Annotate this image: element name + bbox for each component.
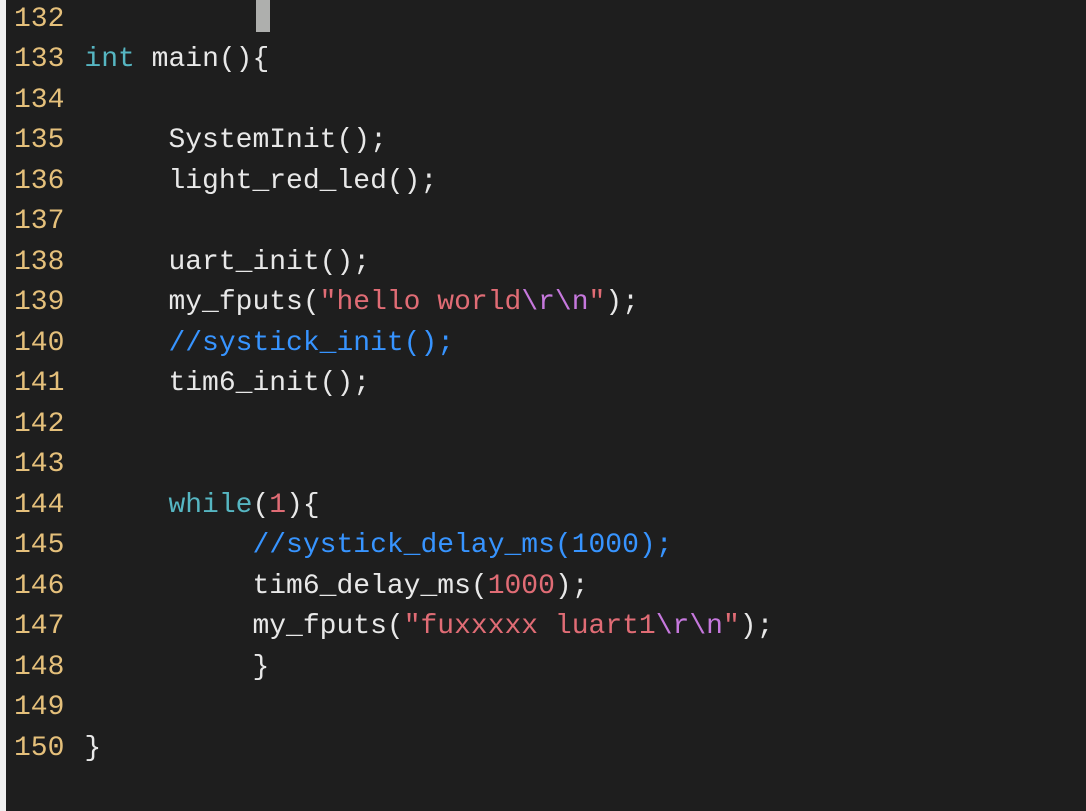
line-number: 134 xyxy=(14,81,64,122)
code-line[interactable]: //systick_delay_ms(1000); xyxy=(84,527,1086,568)
code-line[interactable]: tim6_delay_ms(1000); xyxy=(84,567,1086,608)
code-token xyxy=(84,121,168,162)
code-token: ( xyxy=(387,607,404,648)
code-token: "fuxxxxx luart1 xyxy=(404,607,656,648)
code-line[interactable]: while(1){ xyxy=(84,486,1086,527)
code-token xyxy=(84,526,252,567)
line-number: 148 xyxy=(14,648,64,689)
code-token: ); xyxy=(555,567,589,608)
code-token: (); xyxy=(320,364,370,405)
code-line[interactable] xyxy=(84,446,1086,487)
code-token xyxy=(84,162,168,203)
code-token: ); xyxy=(605,283,639,324)
code-token: (); xyxy=(336,121,386,162)
code-token: tim6_delay_ms xyxy=(252,567,470,608)
line-number: 149 xyxy=(14,689,64,730)
code-token: light_red_led xyxy=(168,162,386,203)
code-line[interactable]: } xyxy=(84,729,1086,770)
code-token xyxy=(84,567,252,608)
code-line[interactable]: light_red_led(); xyxy=(84,162,1086,203)
line-number: 139 xyxy=(14,284,64,325)
code-token: \r\n xyxy=(656,607,723,648)
code-line[interactable]: SystemInit(); xyxy=(84,122,1086,163)
line-number: 146 xyxy=(14,567,64,608)
code-line[interactable]: int main(){ xyxy=(84,41,1086,82)
line-number: 142 xyxy=(14,405,64,446)
code-line[interactable] xyxy=(84,81,1086,122)
code-token: (); xyxy=(387,162,437,203)
line-number: 132 xyxy=(14,0,64,41)
line-number: 135 xyxy=(14,122,64,163)
code-token: my_fputs xyxy=(168,283,302,324)
code-token: (); xyxy=(320,243,370,284)
line-number: 136 xyxy=(14,162,64,203)
line-number: 144 xyxy=(14,486,64,527)
line-number: 140 xyxy=(14,324,64,365)
line-number: 147 xyxy=(14,608,64,649)
text-cursor xyxy=(256,0,270,32)
code-token: "hello world xyxy=(320,283,522,324)
code-token: ( xyxy=(303,283,320,324)
code-token xyxy=(84,364,168,405)
line-number: 133 xyxy=(14,41,64,82)
code-token: main xyxy=(152,40,219,81)
code-token: ( xyxy=(471,567,488,608)
code-token xyxy=(135,40,152,81)
code-line[interactable] xyxy=(84,0,1086,41)
code-token: //systick_delay_ms(1000); xyxy=(252,526,672,567)
code-line[interactable]: uart_init(); xyxy=(84,243,1086,284)
code-line[interactable] xyxy=(84,405,1086,446)
code-token: } xyxy=(84,729,101,770)
code-token: uart_init xyxy=(168,243,319,284)
line-number-gutter: 1321331341351361371381391401411421431441… xyxy=(6,0,76,811)
code-token xyxy=(84,648,252,689)
code-token xyxy=(84,283,168,324)
code-token: \r\n xyxy=(521,283,588,324)
code-token xyxy=(84,486,168,527)
line-number: 145 xyxy=(14,527,64,568)
code-token: int xyxy=(84,40,134,81)
line-number: 150 xyxy=(14,729,64,770)
code-token: tim6_init xyxy=(168,364,319,405)
code-area[interactable]: int main(){ SystemInit(); light_red_led(… xyxy=(76,0,1086,811)
code-token: " xyxy=(723,607,740,648)
code-editor[interactable]: 1321331341351361371381391401411421431441… xyxy=(6,0,1086,811)
line-number: 141 xyxy=(14,365,64,406)
code-token: SystemInit xyxy=(168,121,336,162)
code-token: while xyxy=(168,486,252,527)
code-token: ( xyxy=(252,486,269,527)
code-token: //systick_init(); xyxy=(168,324,454,365)
code-token: ); xyxy=(740,607,774,648)
code-token: 1000 xyxy=(488,567,555,608)
code-token: my_fputs xyxy=(252,607,386,648)
code-line[interactable]: tim6_init(); xyxy=(84,365,1086,406)
line-number: 137 xyxy=(14,203,64,244)
code-token xyxy=(84,243,168,284)
line-number: 138 xyxy=(14,243,64,284)
code-line[interactable]: my_fputs("hello world\r\n"); xyxy=(84,284,1086,325)
code-token xyxy=(84,324,168,365)
code-token: } xyxy=(252,648,269,689)
line-number: 143 xyxy=(14,446,64,487)
code-line[interactable] xyxy=(84,689,1086,730)
code-token: 1 xyxy=(269,486,286,527)
code-token xyxy=(84,607,252,648)
code-token: " xyxy=(589,283,606,324)
code-line[interactable]: my_fputs("fuxxxxx luart1\r\n"); xyxy=(84,608,1086,649)
code-line[interactable] xyxy=(84,203,1086,244)
code-token: ){ xyxy=(286,486,320,527)
code-line[interactable]: //systick_init(); xyxy=(84,324,1086,365)
code-line[interactable]: } xyxy=(84,648,1086,689)
code-token: (){ xyxy=(219,40,269,81)
